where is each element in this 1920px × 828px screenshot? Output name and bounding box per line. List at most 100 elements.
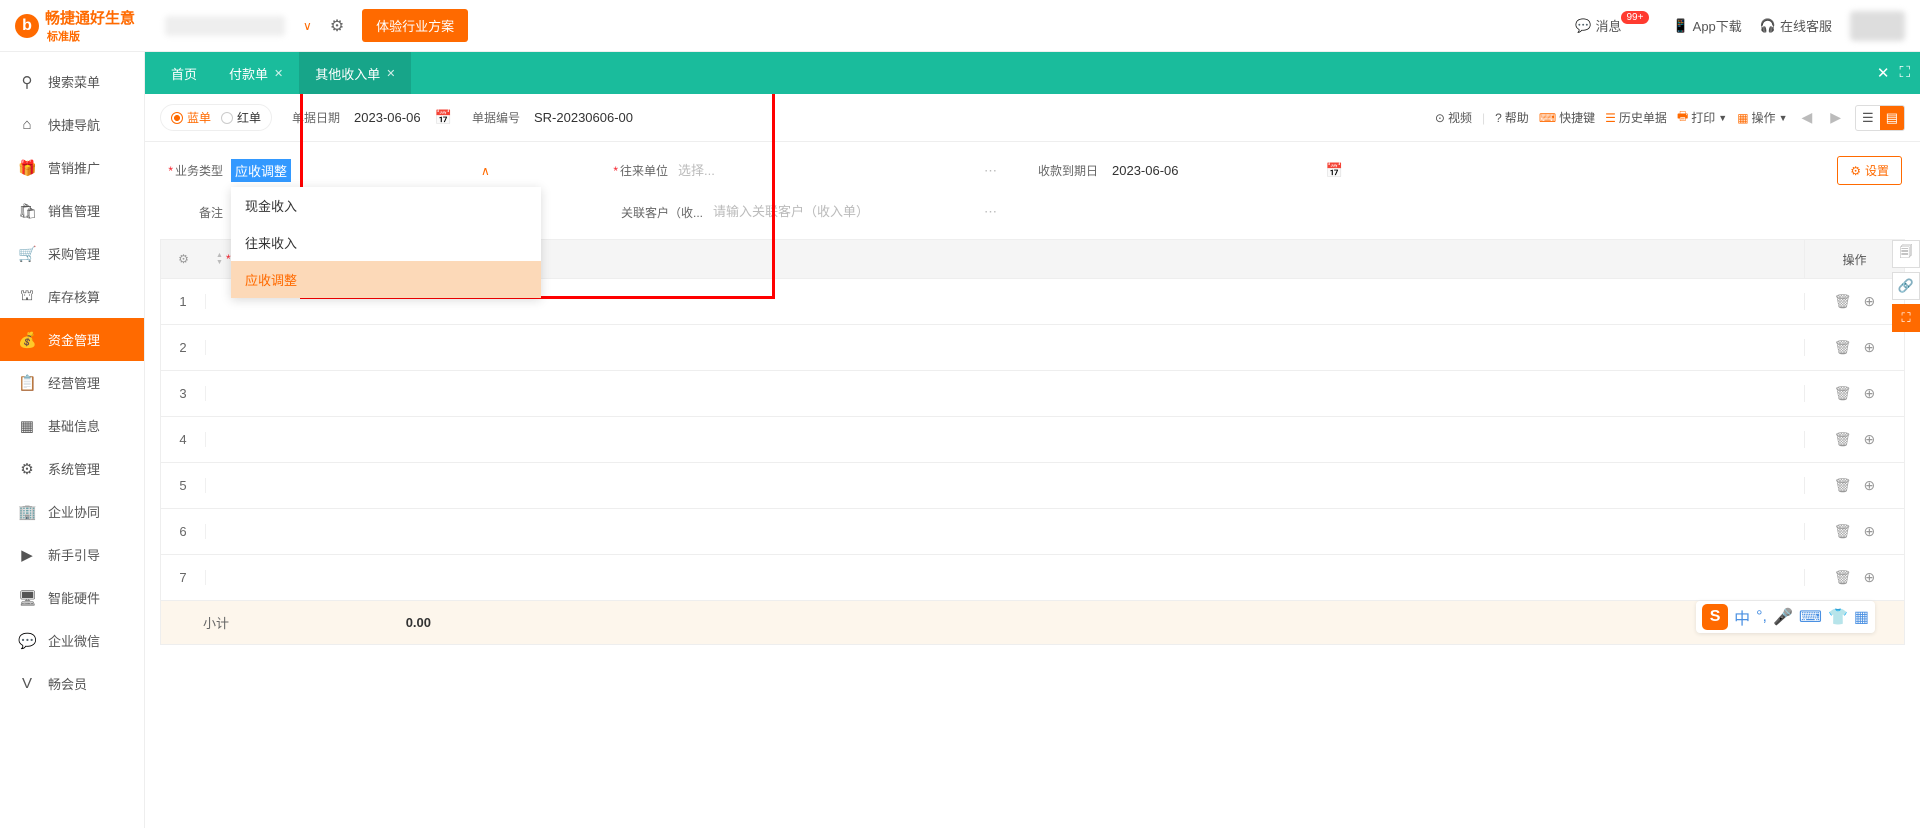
- close-icon[interactable]: ✕: [274, 67, 283, 80]
- sidebar-item-0[interactable]: ⚲搜索菜单: [0, 60, 144, 103]
- delete-icon[interactable]: 🗑: [1834, 477, 1852, 494]
- copy-icon[interactable]: ⊕: [1864, 569, 1876, 586]
- sidebar-label: 新手引导: [48, 545, 100, 564]
- related-customer-label: 关联客户（收...: [608, 204, 703, 221]
- copy-icon[interactable]: ⊕: [1864, 339, 1876, 356]
- delete-icon[interactable]: 🗑: [1834, 523, 1852, 540]
- help-link[interactable]: ?帮助: [1495, 109, 1529, 126]
- related-customer-more-icon[interactable]: ⋯: [984, 204, 998, 220]
- sidebar-icon: V: [18, 675, 36, 692]
- dropdown-option-0[interactable]: 现金收入: [231, 187, 541, 224]
- tab-close-all-icon[interactable]: ✕: [1877, 64, 1890, 82]
- tab-expand-icon[interactable]: ⛶: [1899, 64, 1910, 82]
- delete-icon[interactable]: 🗑: [1834, 293, 1852, 310]
- radio-red[interactable]: 红单: [221, 109, 261, 126]
- tab-0[interactable]: 首页: [155, 52, 213, 94]
- tab-1[interactable]: 付款单✕: [213, 52, 299, 94]
- tab-2[interactable]: 其他收入单✕: [299, 52, 411, 94]
- logo: b 畅捷通好生意 标准版: [15, 7, 135, 44]
- video-link[interactable]: ⊙视频: [1435, 109, 1472, 126]
- sidebar-item-3[interactable]: 🛍销售管理: [0, 189, 144, 232]
- edge-link-icon[interactable]: 🔗: [1892, 272, 1920, 300]
- doc-date-value[interactable]: 2023-06-06: [354, 110, 421, 125]
- copy-icon[interactable]: ⊕: [1864, 431, 1876, 448]
- copy-icon[interactable]: ⊕: [1864, 385, 1876, 402]
- sidebar-item-2[interactable]: 🎁营销推广: [0, 146, 144, 189]
- table-row[interactable]: 4 🗑 ⊕: [160, 417, 1905, 463]
- table-row[interactable]: 2🗑⊕: [160, 325, 1905, 371]
- sidebar-item-10[interactable]: 🏢企业协同: [0, 490, 144, 533]
- biz-type-value: 应收调整: [231, 159, 291, 182]
- sidebar-item-8[interactable]: ▦基础信息: [0, 404, 144, 447]
- doc-date-label: 单据日期: [292, 109, 340, 126]
- next-doc-icon[interactable]: ▶: [1826, 109, 1845, 126]
- ime-menu-icon[interactable]: ▦: [1854, 607, 1869, 627]
- app-download-link[interactable]: 📱 App下载: [1672, 16, 1741, 35]
- ime-logo-icon[interactable]: S: [1702, 604, 1728, 630]
- delete-icon[interactable]: 🗑: [1834, 569, 1852, 586]
- message-badge: 99+: [1621, 11, 1650, 24]
- doc-no-label: 单据编号: [472, 109, 520, 126]
- copy-icon[interactable]: ⊕: [1864, 293, 1876, 310]
- delete-icon[interactable]: 🗑: [1834, 339, 1852, 356]
- due-date-value[interactable]: 2023-06-06: [1112, 163, 1179, 178]
- delete-icon[interactable]: 🗑: [1834, 431, 1852, 448]
- message-link[interactable]: 💬 消息 99+: [1575, 16, 1654, 35]
- header-right: 💬 消息 99+ 📱 App下载 🎧 在线客服: [1575, 11, 1905, 41]
- biz-type-select[interactable]: 应收调整 ∧ 现金收入往来收入应收调整: [231, 159, 490, 182]
- row-number: 3: [161, 386, 206, 401]
- sidebar-item-5[interactable]: ⛫库存核算: [0, 275, 144, 318]
- history-link[interactable]: ☰历史单据: [1605, 109, 1667, 126]
- prev-doc-icon[interactable]: ◀: [1797, 109, 1816, 126]
- logo-icon: b: [15, 14, 39, 38]
- dropdown-option-2[interactable]: 应收调整: [231, 261, 541, 298]
- online-service-link[interactable]: 🎧 在线客服: [1760, 16, 1832, 35]
- copy-icon[interactable]: ⊕: [1864, 477, 1876, 494]
- edge-note-icon[interactable]: 🗐: [1892, 240, 1920, 268]
- settings-button[interactable]: ⚙设置: [1837, 156, 1902, 185]
- table-row[interactable]: 5🗑⊕: [160, 463, 1905, 509]
- copy-icon[interactable]: ⊕: [1864, 523, 1876, 540]
- ime-keyboard-icon[interactable]: ⌨: [1799, 607, 1822, 627]
- close-icon[interactable]: ✕: [386, 67, 395, 80]
- partner-more-icon[interactable]: ⋯: [984, 163, 998, 179]
- ime-skin-icon[interactable]: 👕: [1828, 607, 1848, 627]
- radio-blue[interactable]: 蓝单: [171, 109, 211, 126]
- sidebar-item-4[interactable]: 🛒采购管理: [0, 232, 144, 275]
- calendar-icon[interactable]: 📅: [435, 109, 452, 126]
- dropdown-option-1[interactable]: 往来收入: [231, 224, 541, 261]
- edge-expand-icon[interactable]: ⛶: [1892, 304, 1920, 332]
- sidebar-item-7[interactable]: 📋经营管理: [0, 361, 144, 404]
- cta-button[interactable]: 体验行业方案: [362, 9, 468, 42]
- ime-punct-icon[interactable]: °,: [1756, 608, 1767, 626]
- table-settings-icon[interactable]: ⚙: [161, 252, 206, 266]
- settings-icon[interactable]: ⚙: [330, 16, 344, 36]
- table-row[interactable]: 7🗑⊕: [160, 555, 1905, 601]
- org-dropdown-icon[interactable]: ∨: [303, 19, 312, 33]
- table-row[interactable]: 3 🗑 ⊕: [160, 371, 1905, 417]
- chevron-up-icon[interactable]: ∧: [481, 164, 490, 178]
- user-avatar-blurred[interactable]: [1850, 11, 1905, 41]
- print-link[interactable]: 🖶打印▼: [1677, 107, 1727, 128]
- operation-link[interactable]: ▦操作▼: [1737, 109, 1787, 126]
- sidebar-item-12[interactable]: 🖥智能硬件: [0, 576, 144, 619]
- table-row[interactable]: 6🗑⊕: [160, 509, 1905, 555]
- view-list-icon[interactable]: ☰: [1856, 106, 1880, 130]
- sidebar-item-1[interactable]: ⌂快捷导航: [0, 103, 144, 146]
- view-grid-icon[interactable]: ▤: [1880, 106, 1904, 130]
- row-number: 4: [161, 432, 206, 447]
- calendar-icon[interactable]: 📅: [1326, 162, 1343, 179]
- ime-mic-icon[interactable]: 🎤: [1773, 607, 1793, 627]
- ime-lang-icon[interactable]: 中: [1734, 605, 1750, 629]
- sidebar-item-11[interactable]: ▶新手引导: [0, 533, 144, 576]
- delete-icon[interactable]: 🗑: [1834, 385, 1852, 402]
- related-customer-input[interactable]: [711, 199, 951, 225]
- sidebar-item-14[interactable]: V畅会员: [0, 662, 144, 705]
- shortcut-link[interactable]: ⌨快捷键: [1539, 109, 1595, 126]
- sidebar-item-9[interactable]: ⚙系统管理: [0, 447, 144, 490]
- sidebar-label: 基础信息: [48, 416, 100, 435]
- partner-input[interactable]: [676, 158, 936, 184]
- sidebar-item-6[interactable]: 💰资金管理: [0, 318, 144, 361]
- sidebar-item-13[interactable]: 💬企业微信: [0, 619, 144, 662]
- logo-text: 畅捷通好生意: [45, 7, 135, 28]
